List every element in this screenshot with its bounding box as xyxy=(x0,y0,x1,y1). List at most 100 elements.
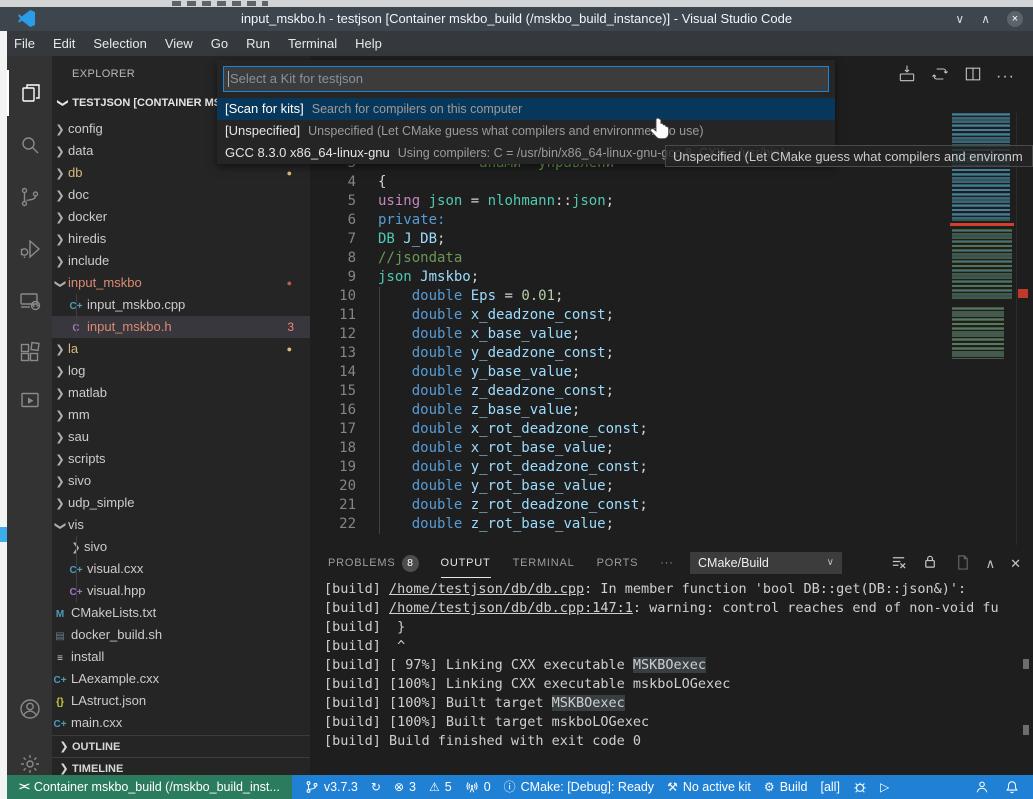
tree-item-include[interactable]: ❯ include xyxy=(52,250,310,272)
quick-pick-item--scan-for-kits-[interactable]: [Scan for kits] Search for compilers on t… xyxy=(217,98,835,120)
tree-item-scripts[interactable]: ❯ scripts xyxy=(52,448,310,470)
tree-item-db[interactable]: ❯ db ● xyxy=(52,162,310,184)
run-below-icon[interactable] xyxy=(897,64,917,89)
code-line-14[interactable]: 14 double y_base_value; xyxy=(310,363,1033,382)
code-line-17[interactable]: 17 double x_rot_deadzone_const; xyxy=(310,420,1033,439)
tree-item-log[interactable]: ❯ log xyxy=(52,360,310,382)
code-line-10[interactable]: 10 double Eps = 0.01; xyxy=(310,287,1033,306)
tree-item-LAexample.cxx[interactable]: C+ LAexample.cxx xyxy=(52,668,310,690)
menu-item-help[interactable]: Help xyxy=(346,31,391,56)
code-line-8[interactable]: 8//jsondata xyxy=(310,249,1033,268)
menu-item-edit[interactable]: Edit xyxy=(44,31,84,56)
panel-tab-terminal[interactable]: TERMINAL xyxy=(513,549,575,577)
clear-output-icon[interactable] xyxy=(890,553,907,575)
tree-item-main.cxx[interactable]: C+ main.cxx xyxy=(52,712,310,734)
tree-item-hiredis[interactable]: ❯ hiredis xyxy=(52,228,310,250)
tree-item-la[interactable]: ❯ la ● xyxy=(52,338,310,360)
maximize-icon[interactable]: ∧ xyxy=(981,13,990,25)
panel-tab-problems[interactable]: PROBLEMS 8 xyxy=(328,549,419,577)
menu-item-go[interactable]: Go xyxy=(202,31,237,56)
tree-item-mm[interactable]: ❯ mm xyxy=(52,404,310,426)
menu-item-file[interactable]: File xyxy=(5,31,44,56)
panel-tab-ports[interactable]: PORTS xyxy=(597,549,639,577)
account-icon[interactable] xyxy=(7,686,52,732)
tree-item-doc[interactable]: ❯ doc xyxy=(52,184,310,206)
test-media-icon[interactable] xyxy=(7,377,52,423)
output-log[interactable]: [build] /home/testjson/db/db.cpp: In mem… xyxy=(324,580,1024,751)
menu-item-terminal[interactable]: Terminal xyxy=(279,31,346,56)
tree-item-udp_simple[interactable]: ❯ udp_simple xyxy=(52,492,310,514)
panel-scrollbar-mark[interactable] xyxy=(1023,725,1029,735)
status-item-debug[interactable] xyxy=(853,780,867,794)
tree-item-docker_build.sh[interactable]: ▤ docker_build.sh xyxy=(52,624,310,646)
panel-tab-output[interactable]: OUTPUT xyxy=(440,549,491,578)
tree-item-install[interactable]: ≡ install xyxy=(52,646,310,668)
menu-item-view[interactable]: View xyxy=(156,31,202,56)
tree-item-LAstruct.json[interactable]: {} LAstruct.json xyxy=(52,690,310,712)
outline-section[interactable]: ❯ OUTLINE xyxy=(52,735,310,758)
tree-item-visual.cxx[interactable]: C+visual.cxx xyxy=(52,558,310,580)
output-channel-dropdown[interactable]: CMake/Build ∨ xyxy=(690,552,842,574)
code-line-9[interactable]: 9 json Jmskbo; xyxy=(310,268,1033,287)
code-line-16[interactable]: 16 double z_base_value; xyxy=(310,401,1033,420)
tree-item-input_mskbo[interactable]: ❯ input_mskbo ● xyxy=(52,272,310,294)
menu-item-run[interactable]: Run xyxy=(237,31,279,56)
tree-item-input_mskbo.cpp[interactable]: C+input_mskbo.cpp xyxy=(52,294,310,316)
code-line-5[interactable]: 5 using json = nlohmann::json; xyxy=(310,192,1033,211)
code-line-4[interactable]: 4{ xyxy=(310,173,1033,192)
tree-item-visual.hpp[interactable]: C+visual.hpp xyxy=(52,580,310,602)
panel-scrollbar-mark[interactable] xyxy=(1023,659,1029,669)
open-output-in-editor-icon[interactable] xyxy=(954,553,971,575)
tree-item-docker[interactable]: ❯ docker xyxy=(52,206,310,228)
code-line-19[interactable]: 19 double y_rot_deadzone_const; xyxy=(310,458,1033,477)
remote-indicator[interactable]: >< Container mskbo_build (/mskbo_build_i… xyxy=(7,775,292,799)
explorer-icon[interactable] xyxy=(7,70,52,116)
maximize-panel-icon[interactable]: ∧ xyxy=(986,555,996,573)
status-item-ports[interactable]: 0 xyxy=(465,780,491,794)
status-item-notifications[interactable] xyxy=(1005,780,1019,794)
status-item-feedback[interactable] xyxy=(975,780,989,794)
minimize-icon[interactable]: ∨ xyxy=(955,13,964,25)
status-item-warnings[interactable]: ⚠ 5 xyxy=(429,780,452,794)
close-icon[interactable]: × xyxy=(1007,11,1023,27)
status-item-sync[interactable]: ↻ xyxy=(371,781,381,793)
tree-item-matlab[interactable]: ❯ matlab xyxy=(52,382,310,404)
code-line-20[interactable]: 20 double y_rot_base_value; xyxy=(310,477,1033,496)
code-line-15[interactable]: 15 double z_deadzone_const; xyxy=(310,382,1033,401)
status-item-kit[interactable]: ⚒ No active kit xyxy=(667,780,751,794)
panel-tab-[interactable]: ··· xyxy=(660,549,673,577)
code-line-11[interactable]: 11 double x_deadzone_const; xyxy=(310,306,1033,325)
tree-item-input_mskbo.h[interactable]: Cinput_mskbo.h3 xyxy=(52,316,310,338)
status-item-cmake[interactable]: ⓘ CMake: [Debug]: Ready xyxy=(504,780,654,794)
close-panel-icon[interactable]: ✕ xyxy=(1010,555,1021,573)
tree-item-sivo[interactable]: ❯sivo xyxy=(52,470,310,492)
code-line-6[interactable]: 6 private: xyxy=(310,211,1033,230)
code-line-12[interactable]: 12 double x_base_value; xyxy=(310,325,1033,344)
lock-icon[interactable] xyxy=(922,553,939,575)
status-item-errors[interactable]: ⊗ 3 xyxy=(394,780,416,794)
output-file-link[interactable]: /home/testjson/db/db.cpp xyxy=(389,581,584,597)
status-item-launch[interactable]: ▷ xyxy=(880,781,889,793)
source-control-icon[interactable] xyxy=(7,174,52,220)
tree-item-CMakeLists.txt[interactable]: M CMakeLists.txt xyxy=(52,602,310,624)
status-item-target[interactable]: [all] xyxy=(820,780,839,794)
status-item-branch[interactable]: v3.7.3 xyxy=(305,780,358,794)
code-line-13[interactable]: 13 double y_deadzone_const; xyxy=(310,344,1033,363)
run-debug-icon[interactable] xyxy=(7,226,52,272)
menu-item-selection[interactable]: Selection xyxy=(84,31,155,56)
search-icon[interactable] xyxy=(7,122,52,168)
tree-item-vis[interactable]: ❯ vis xyxy=(52,514,310,536)
code-line-21[interactable]: 21 double z_rot_deadzone_const; xyxy=(310,496,1033,515)
status-item-build[interactable]: ⚙ Build xyxy=(764,780,808,794)
remote-explorer-icon[interactable] xyxy=(7,278,52,324)
quick-pick-item--unspecified-[interactable]: [Unspecified] Unspecified (Let CMake gues… xyxy=(217,120,835,142)
tree-item-sivo[interactable]: ❯sivo xyxy=(52,536,310,558)
code-line-7[interactable]: 7 DB J_DB; xyxy=(310,230,1033,249)
split-editor-icon[interactable] xyxy=(963,64,983,89)
output-file-link[interactable]: /home/testjson/db/db.cpp:147:1 xyxy=(389,600,633,616)
more-actions-icon[interactable]: ··· xyxy=(996,68,1015,86)
code-line-22[interactable]: 22 double z_rot_base_value; xyxy=(310,515,1033,534)
quick-pick-input[interactable]: Select a Kit for testjson xyxy=(223,66,829,92)
compare-changes-icon[interactable] xyxy=(930,64,950,89)
tree-item-sau[interactable]: ❯ sau xyxy=(52,426,310,448)
